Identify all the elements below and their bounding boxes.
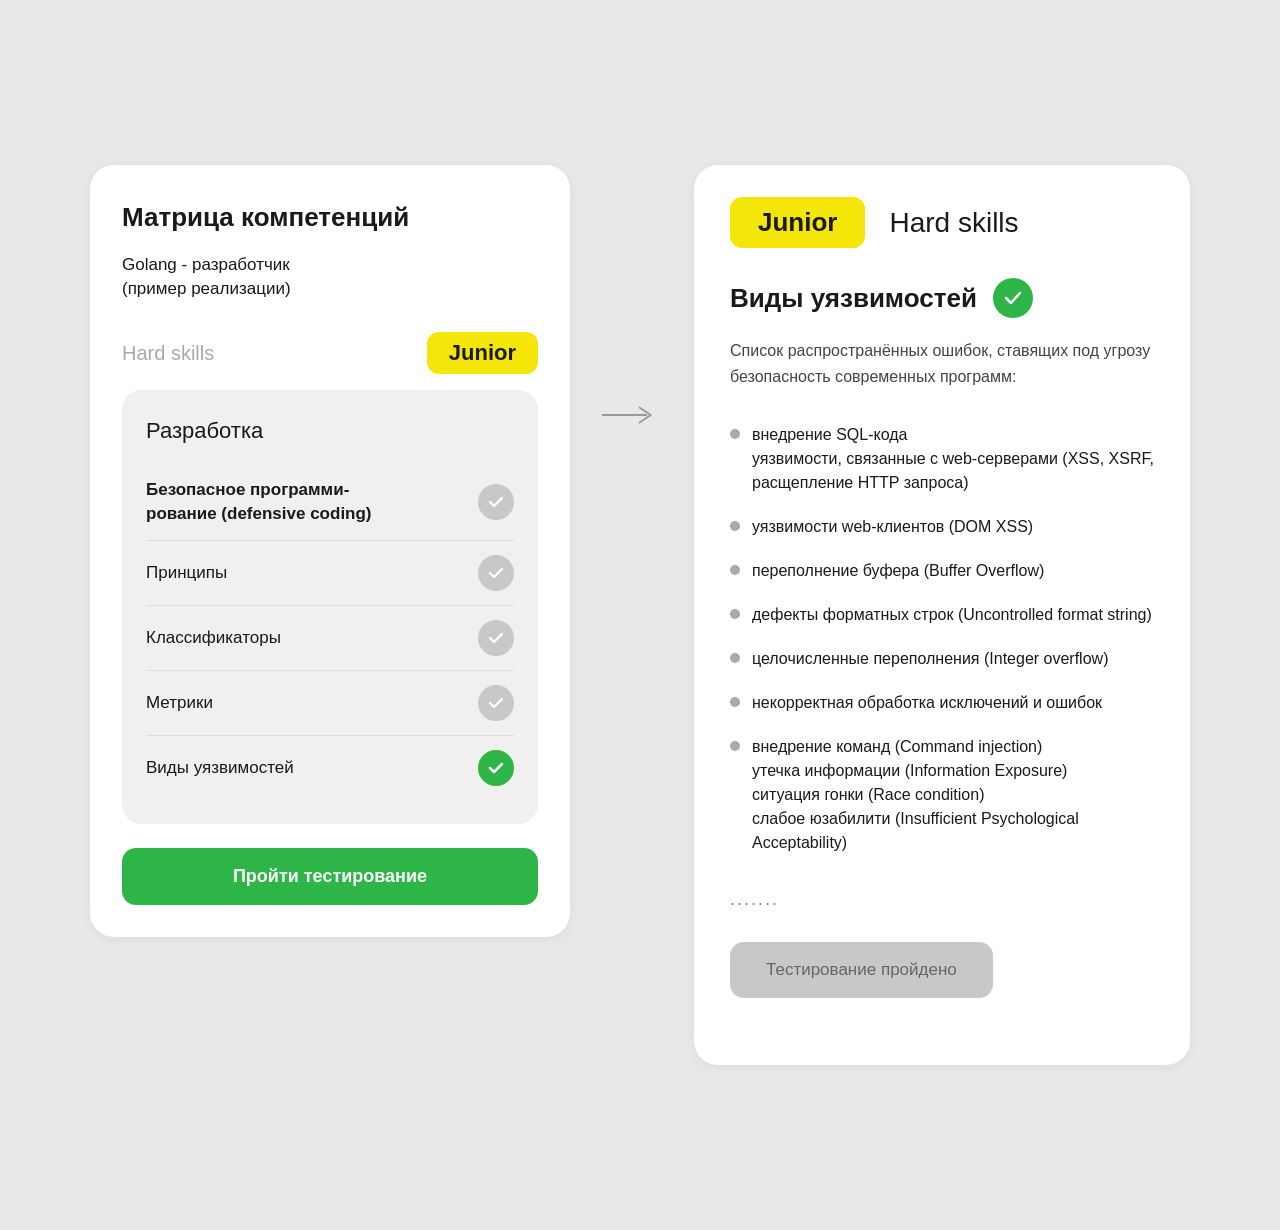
right-header: Junior Hard skills — [730, 197, 1154, 248]
arrow-icon — [602, 385, 662, 445]
vuln-text-7: внедрение команд (Command injection)утеч… — [752, 735, 1154, 855]
bullet-dot — [730, 741, 740, 751]
dots-text: ....... — [730, 889, 1154, 910]
skill-item-3: Классификаторы — [146, 605, 514, 670]
check-circle-4 — [478, 685, 514, 721]
card-title: Матрица компетенций — [122, 201, 538, 235]
check-circle-3 — [478, 620, 514, 656]
skill-name-1: Безопасное программи-рование (defensive … — [146, 478, 372, 526]
list-item: некорректная обработка исключений и ошиб… — [730, 681, 1154, 725]
check-icon-1 — [487, 493, 505, 511]
section-title: Разработка — [146, 418, 514, 444]
hard-skills-title: Hard skills — [889, 207, 1018, 239]
skill-item-5: Виды уязвимостей — [146, 735, 514, 800]
bullet-dot — [730, 429, 740, 439]
list-item: целочисленные переполнения (Integer over… — [730, 637, 1154, 681]
skills-header: Hard skills Junior — [122, 332, 538, 374]
vuln-text-4: дефекты форматных строк (Uncontrolled fo… — [752, 603, 1152, 627]
bullet-dot — [730, 697, 740, 707]
right-card: Junior Hard skills Виды уязвимостей Спис… — [694, 165, 1190, 1065]
check-icon-3 — [487, 629, 505, 647]
left-card: Матрица компетенций Golang - разработчик… — [90, 165, 570, 937]
bullet-dot — [730, 653, 740, 663]
main-container: Матрица компетенций Golang - разработчик… — [90, 165, 1190, 1065]
skill-name-5: Виды уязвимостей — [146, 756, 294, 780]
bullet-dot — [730, 609, 740, 619]
topic-title: Виды уязвимостей — [730, 283, 977, 314]
list-item: переполнение буфера (Buffer Overflow) — [730, 549, 1154, 593]
vulnerability-list: внедрение SQL-кодауязвимости, связанные … — [730, 413, 1154, 865]
vuln-text-5: целочисленные переполнения (Integer over… — [752, 647, 1108, 671]
skill-name-2: Принципы — [146, 561, 227, 585]
topic-check-icon — [1002, 287, 1024, 309]
vuln-text-1: внедрение SQL-кодауязвимости, связанные … — [752, 423, 1154, 495]
section-card: Разработка Безопасное программи-рование … — [122, 390, 538, 824]
check-icon-2 — [487, 564, 505, 582]
skill-item-1: Безопасное программи-рование (defensive … — [146, 464, 514, 540]
topic-check-green — [993, 278, 1033, 318]
arrow-connector — [602, 165, 662, 445]
list-item: дефекты форматных строк (Uncontrolled fo… — [730, 593, 1154, 637]
list-item: внедрение команд (Command injection)утеч… — [730, 725, 1154, 865]
topic-description: Список распространённых ошибок, ставящих… — [730, 338, 1154, 389]
check-circle-5 — [478, 750, 514, 786]
skill-item-2: Принципы — [146, 540, 514, 605]
list-item: внедрение SQL-кодауязвимости, связанные … — [730, 413, 1154, 505]
skill-name-3: Классификаторы — [146, 626, 281, 650]
junior-badge-right: Junior — [730, 197, 865, 248]
check-circle-1 — [478, 484, 514, 520]
skill-name-4: Метрики — [146, 691, 213, 715]
test-button[interactable]: Пройти тестирование — [122, 848, 538, 905]
skills-label: Hard skills — [122, 342, 214, 365]
vuln-text-6: некорректная обработка исключений и ошиб… — [752, 691, 1102, 715]
card-subtitle: Golang - разработчик(пример реализации) — [122, 253, 538, 301]
test-passed-button[interactable]: Тестирование пройдено — [730, 942, 993, 998]
bullet-dot — [730, 565, 740, 575]
junior-badge-left: Junior — [427, 332, 538, 374]
list-item: уязвимости web-клиентов (DOM XSS) — [730, 505, 1154, 549]
check-circle-2 — [478, 555, 514, 591]
topic-header: Виды уязвимостей — [730, 278, 1154, 318]
bullet-dot — [730, 521, 740, 531]
vuln-text-2: уязвимости web-клиентов (DOM XSS) — [752, 515, 1033, 539]
vuln-text-3: переполнение буфера (Buffer Overflow) — [752, 559, 1044, 583]
skill-item-4: Метрики — [146, 670, 514, 735]
check-icon-4 — [487, 694, 505, 712]
check-icon-5 — [487, 759, 505, 777]
